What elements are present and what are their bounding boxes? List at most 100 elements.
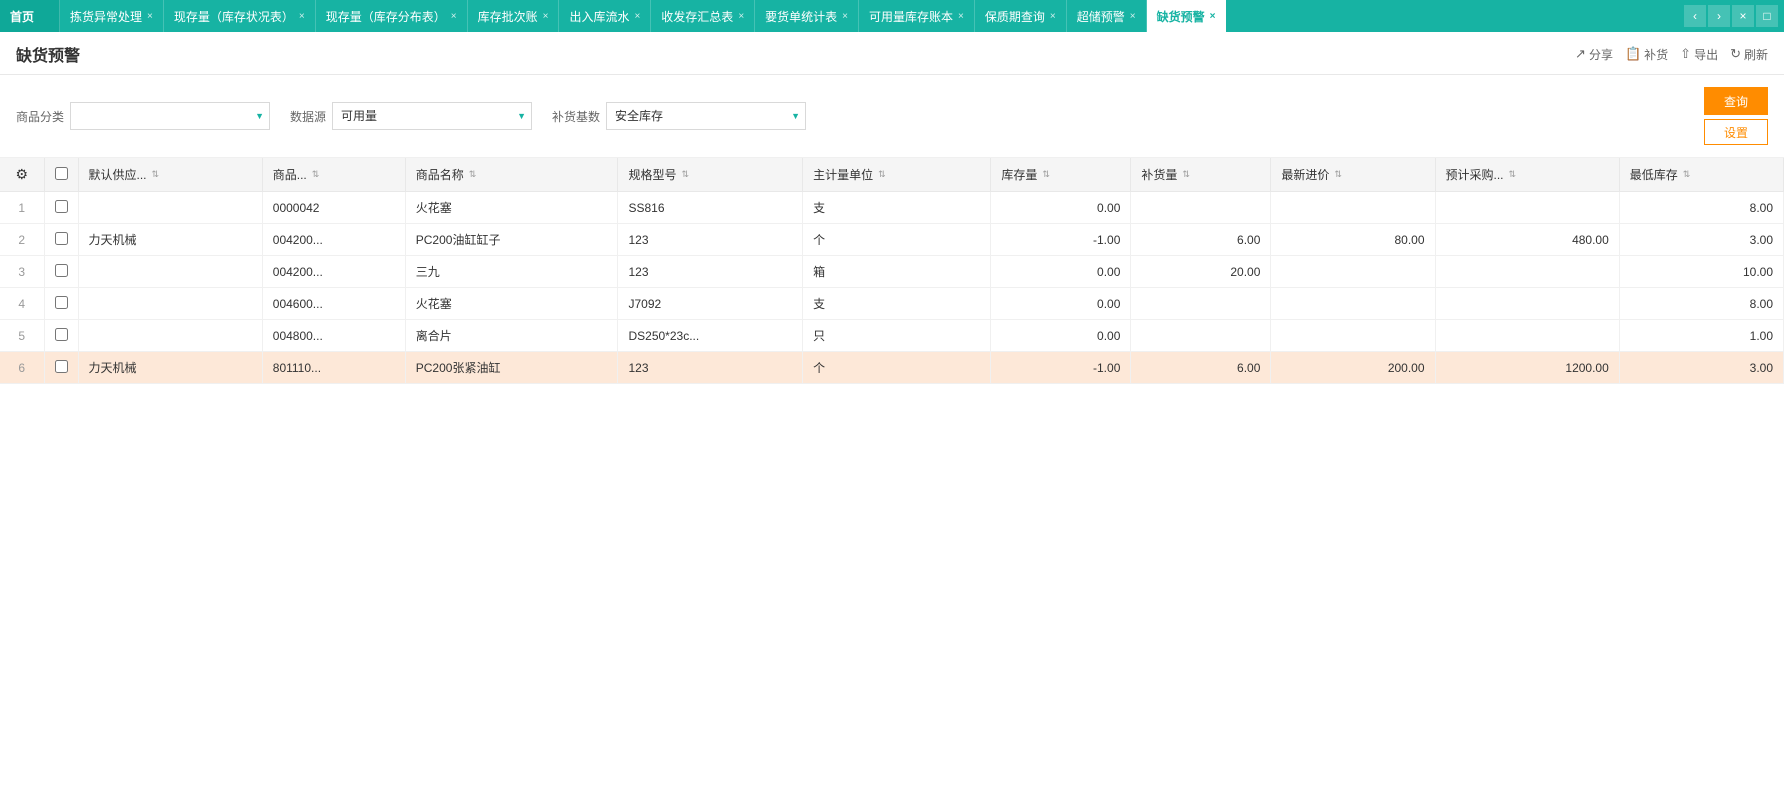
cell-unit: 个 — [803, 352, 991, 384]
filter-replenish-group: 补货基数 安全库存 — [552, 102, 806, 130]
refresh-icon: ↻ — [1730, 46, 1741, 62]
tab-label: 现存量（库存分布表） — [326, 8, 446, 25]
cell-spec: 123 — [618, 224, 803, 256]
row-checkbox[interactable] — [55, 232, 68, 245]
cell-unit: 只 — [803, 320, 991, 352]
close-icon[interactable]: × — [451, 11, 457, 22]
replenish-select[interactable]: 安全库存 — [606, 102, 806, 130]
tab-shortage-warning[interactable]: 缺货预警 × — [1147, 0, 1227, 32]
row-number: 1 — [0, 192, 44, 224]
gear-icon[interactable]: ⚙ — [15, 166, 28, 182]
export-button[interactable]: ⇧ 导出 — [1680, 46, 1718, 63]
nav-close-btn[interactable]: × — [1732, 5, 1754, 27]
query-button[interactable]: 查询 — [1704, 87, 1768, 115]
table-row: 6 力天机械 801110... PC200张紧油缸 123 个 -1.00 6… — [0, 352, 1784, 384]
cell-est-purchase — [1435, 256, 1619, 288]
row-checkbox[interactable] — [55, 328, 68, 341]
cell-est-purchase: 1200.00 — [1435, 352, 1619, 384]
table-row: 4 004600... 火花塞 J7092 支 0.00 8.00 — [0, 288, 1784, 320]
select-all-checkbox[interactable] — [55, 167, 68, 180]
category-select[interactable] — [70, 102, 270, 130]
tab-stock-dist[interactable]: 现存量（库存分布表） × — [316, 0, 468, 32]
tab-home[interactable]: 首页 — [0, 0, 60, 32]
nav-prev-btn[interactable]: ‹ — [1684, 5, 1706, 27]
tab-available-stock[interactable]: 可用量库存账本 × — [859, 0, 975, 32]
sort-icon: ⇅ — [1334, 169, 1342, 180]
datasource-select[interactable]: 可用量 — [332, 102, 532, 130]
share-icon: ↗ — [1575, 46, 1586, 62]
sort-icon: ⇅ — [1182, 169, 1190, 180]
tab-order-stats[interactable]: 要货单统计表 × — [755, 0, 859, 32]
row-checkbox[interactable] — [55, 264, 68, 277]
row-checkbox[interactable] — [55, 296, 68, 309]
tab-batch[interactable]: 库存批次账 × — [468, 0, 560, 32]
tab-label: 保质期查询 — [985, 8, 1045, 25]
close-icon[interactable]: × — [842, 11, 848, 22]
tab-collect-summary[interactable]: 收发存汇总表 × — [651, 0, 755, 32]
tab-overstock[interactable]: 超储预警 × — [1067, 0, 1147, 32]
app-wrapper: 首页 拣货异常处理 × 现存量（库存状况表） × 现存量（库存分布表） × 库存… — [0, 0, 1784, 796]
close-icon[interactable]: × — [1130, 11, 1136, 22]
row-checkbox-cell — [44, 224, 78, 256]
cell-min-stock: 1.00 — [1619, 320, 1783, 352]
tab-label: 可用量库存账本 — [869, 8, 953, 25]
cell-unit: 个 — [803, 224, 991, 256]
nav-tabs: 首页 拣货异常处理 × 现存量（库存状况表） × 现存量（库存分布表） × 库存… — [0, 0, 1784, 32]
cell-default-supplier: 力天机械 — [78, 224, 262, 256]
row-checkbox-cell — [44, 192, 78, 224]
share-button[interactable]: ↗ 分享 — [1575, 46, 1613, 63]
cell-default-supplier: 力天机械 — [78, 352, 262, 384]
sort-icon: ⇅ — [469, 169, 477, 180]
tab-inout-flow[interactable]: 出入库流水 × — [559, 0, 651, 32]
col-default-supplier: 默认供应... ⇅ — [78, 158, 262, 192]
col-min-stock-label: 最低库存 — [1630, 166, 1678, 183]
tab-label: 现存量（库存状况表） — [174, 8, 294, 25]
tab-expiry[interactable]: 保质期查询 × — [975, 0, 1067, 32]
tab-label: 缺货预警 — [1157, 8, 1205, 25]
replenish-button[interactable]: 📋 补货 — [1625, 46, 1668, 63]
close-icon[interactable]: × — [958, 11, 964, 22]
col-gear[interactable]: ⚙ — [0, 158, 44, 192]
datasource-label: 数据源 — [290, 108, 326, 125]
cell-replenish: 6.00 — [1131, 224, 1271, 256]
replenish-icon: 📋 — [1625, 46, 1641, 62]
cell-product-name: PC200油缸缸子 — [405, 224, 618, 256]
cell-replenish — [1131, 320, 1271, 352]
close-icon[interactable]: × — [147, 11, 153, 22]
refresh-button[interactable]: ↻ 刷新 — [1730, 46, 1768, 63]
col-unit-label: 主计量单位 — [813, 166, 873, 183]
close-icon[interactable]: × — [738, 11, 744, 22]
cell-stock: 0.00 — [991, 320, 1131, 352]
table-container: ⚙ 默认供应... ⇅ 商品 — [0, 158, 1784, 384]
close-icon[interactable]: × — [299, 11, 305, 22]
cell-spec: SS816 — [618, 192, 803, 224]
cell-est-purchase — [1435, 192, 1619, 224]
row-checkbox-cell — [44, 352, 78, 384]
col-min-stock: 最低库存 ⇅ — [1619, 158, 1783, 192]
row-checkbox[interactable] — [55, 360, 68, 373]
cell-product-name: 火花塞 — [405, 192, 618, 224]
cell-latest-price — [1271, 320, 1435, 352]
cell-unit: 支 — [803, 192, 991, 224]
export-icon: ⇧ — [1680, 46, 1691, 62]
data-table: ⚙ 默认供应... ⇅ 商品 — [0, 158, 1784, 384]
tab-stock-status[interactable]: 现存量（库存状况表） × — [164, 0, 316, 32]
sort-icon: ⇅ — [1683, 169, 1691, 180]
close-icon[interactable]: × — [1050, 11, 1056, 22]
sort-icon: ⇅ — [1042, 169, 1050, 180]
nav-expand-btn[interactable]: □ — [1756, 5, 1778, 27]
filter-category-group: 商品分类 — [16, 102, 270, 130]
tab-label: 收发存汇总表 — [661, 8, 733, 25]
nav-next-btn[interactable]: › — [1708, 5, 1730, 27]
close-icon[interactable]: × — [1210, 11, 1216, 22]
tab-label: 拣货异常处理 — [70, 8, 142, 25]
settings-button[interactable]: 设置 — [1704, 119, 1768, 145]
cell-stock: 0.00 — [991, 192, 1131, 224]
row-checkbox-cell — [44, 320, 78, 352]
cell-min-stock: 3.00 — [1619, 224, 1783, 256]
row-checkbox[interactable] — [55, 200, 68, 213]
replenish-select-wrapper: 安全库存 — [606, 102, 806, 130]
close-icon[interactable]: × — [634, 11, 640, 22]
tab-picking-exception[interactable]: 拣货异常处理 × — [60, 0, 164, 32]
close-icon[interactable]: × — [543, 11, 549, 22]
